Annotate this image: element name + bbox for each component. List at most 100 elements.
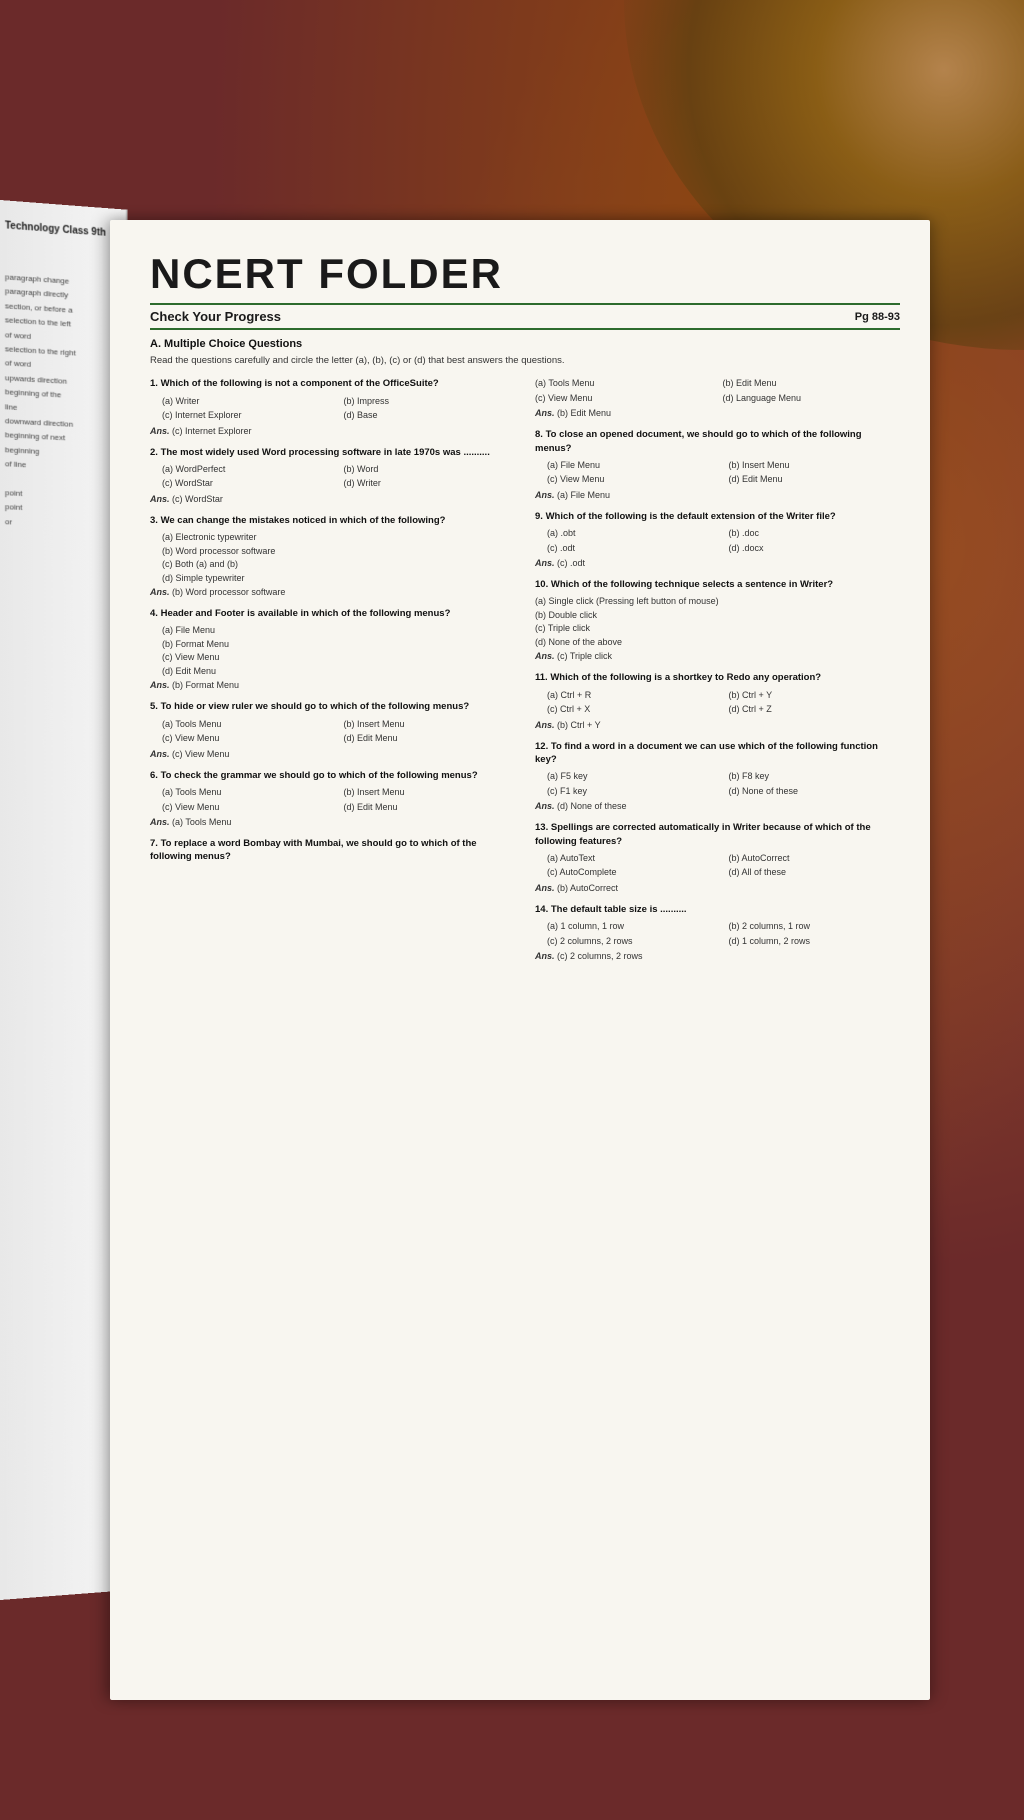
option: (a) File Menu [547, 459, 719, 473]
option: (d) Edit Menu [162, 665, 515, 679]
option: (a) Single click (Pressing left button o… [535, 595, 900, 609]
question-7-options: (a) Tools Menu (b) Edit Menu (c) View Me… [535, 377, 900, 418]
question-1: 1. Which of the following is not a compo… [150, 377, 515, 435]
question-8-text: 8. To close an opened document, we shoul… [535, 428, 900, 455]
option: (b) 2 columns, 1 row [729, 920, 901, 934]
option: (d) Edit Menu [344, 732, 516, 746]
question-5: 5. To hide or view ruler we should go to… [150, 700, 515, 758]
option: (b) .doc [729, 527, 901, 541]
page-title: NCERT FOLDER [150, 250, 900, 298]
option: (d) Edit Menu [729, 473, 901, 487]
option: (a) File Menu [162, 624, 515, 638]
section-header: Check Your Progress Pg 88-93 [150, 303, 900, 330]
question-2: 2. The most widely used Word processing … [150, 446, 515, 504]
question-14-text: 14. The default table size is .......... [535, 903, 900, 916]
option: (b) Edit Menu [723, 377, 901, 391]
option: (d) Writer [344, 477, 516, 491]
option: (a) Tools Menu [162, 786, 334, 800]
question-3-options: (a) Electronic typewriter (b) Word proce… [162, 531, 515, 585]
option: (d) Base [344, 409, 516, 423]
question-4-text: 4. Header and Footer is available in whi… [150, 607, 515, 620]
option: (d) Edit Menu [344, 801, 516, 815]
question-7: 7. To replace a word Bombay with Mumbai,… [150, 837, 515, 864]
answer-11: Ans. (b) Ctrl + Y [535, 720, 900, 730]
answer-2: Ans. (c) WordStar [150, 494, 515, 504]
question-12-options: (a) F5 key (b) F8 key (c) F1 key (d) Non… [547, 770, 900, 798]
section-title: Check Your Progress [150, 309, 281, 324]
option: (d) All of these [729, 866, 901, 880]
question-5-text: 5. To hide or view ruler we should go to… [150, 700, 515, 713]
instructions: Read the questions carefully and circle … [150, 354, 900, 367]
question-7-text: 7. To replace a word Bombay with Mumbai,… [150, 837, 515, 864]
option: (b) Insert Menu [344, 718, 516, 732]
question-6: 6. To check the grammar we should go to … [150, 769, 515, 827]
question-13-text: 13. Spellings are corrected automaticall… [535, 821, 900, 848]
option: (d) Simple typewriter [162, 572, 515, 586]
answer-1: Ans. (c) Internet Explorer [150, 426, 515, 436]
question-10-options: (a) Single click (Pressing left button o… [535, 595, 900, 649]
option: (c) View Menu [162, 732, 334, 746]
question-6-options: (a) Tools Menu (b) Insert Menu (c) View … [162, 786, 515, 814]
question-5-options: (a) Tools Menu (b) Insert Menu (c) View … [162, 718, 515, 746]
option: (b) Format Menu [162, 638, 515, 652]
option: (a) 1 column, 1 row [547, 920, 719, 934]
option: (a) Electronic typewriter [162, 531, 515, 545]
answer-12: Ans. (d) None of these [535, 801, 900, 811]
option: (c) 2 columns, 2 rows [547, 935, 719, 949]
option: (a) Writer [162, 395, 334, 409]
answer-10: Ans. (c) Triple click [535, 651, 900, 661]
question-13: 13. Spellings are corrected automaticall… [535, 821, 900, 893]
question-10-text: 10. Which of the following technique sel… [535, 578, 900, 591]
question-11-options: (a) Ctrl + R (b) Ctrl + Y (c) Ctrl + X (… [547, 689, 900, 717]
answer-14: Ans. (c) 2 columns, 2 rows [535, 951, 900, 961]
option: (b) Impress [344, 395, 516, 409]
option: (a) F5 key [547, 770, 719, 784]
left-page-content: Technology Class 9th paragraph change pa… [0, 200, 126, 544]
left-page-lines: paragraph change paragraph directly sect… [5, 270, 121, 534]
right-column: (a) Tools Menu (b) Edit Menu (c) View Me… [535, 377, 900, 971]
option: (d) .docx [729, 542, 901, 556]
option: (c) Internet Explorer [162, 409, 334, 423]
question-14: 14. The default table size is ..........… [535, 903, 900, 961]
answer-8: Ans. (a) File Menu [535, 490, 900, 500]
option: (c) View Menu [547, 473, 719, 487]
answer-5: Ans. (c) View Menu [150, 749, 515, 759]
question-4-options: (a) File Menu (b) Format Menu (c) View M… [162, 624, 515, 678]
questions-container: 1. Which of the following is not a compo… [150, 377, 900, 971]
main-page: NCERT FOLDER Check Your Progress Pg 88-9… [110, 220, 930, 1700]
answer-9: Ans. (c) .odt [535, 558, 900, 568]
q7-options-grid: (a) Tools Menu (b) Edit Menu (c) View Me… [535, 377, 900, 405]
option: (b) Word [344, 463, 516, 477]
option: (a) Tools Menu [162, 718, 334, 732]
answer-13: Ans. (b) AutoCorrect [535, 883, 900, 893]
question-4: 4. Header and Footer is available in whi… [150, 607, 515, 690]
option: (c) View Menu [162, 651, 515, 665]
question-2-options: (a) WordPerfect (b) Word (c) WordStar (d… [162, 463, 515, 491]
question-9-text: 9. Which of the following is the default… [535, 510, 900, 523]
option: (a) AutoText [547, 852, 719, 866]
question-12: 12. To find a word in a document we can … [535, 740, 900, 812]
option: (b) Double click [535, 609, 900, 623]
option: (c) WordStar [162, 477, 334, 491]
answer-3: Ans. (b) Word processor software [150, 587, 515, 597]
option: (d) Ctrl + Z [729, 703, 901, 717]
question-9-options: (a) .obt (b) .doc (c) .odt (d) .docx [547, 527, 900, 555]
question-9: 9. Which of the following is the default… [535, 510, 900, 568]
option: (c) .odt [547, 542, 719, 556]
option: (d) 1 column, 2 rows [729, 935, 901, 949]
option: (a) Ctrl + R [547, 689, 719, 703]
option: (a) .obt [547, 527, 719, 541]
option: (c) AutoComplete [547, 866, 719, 880]
option: (d) None of these [729, 785, 901, 799]
question-14-options: (a) 1 column, 1 row (b) 2 columns, 1 row… [547, 920, 900, 948]
option: (d) Language Menu [723, 392, 901, 406]
technology-label: Technology Class 9th [5, 220, 106, 238]
question-13-options: (a) AutoText (b) AutoCorrect (c) AutoCom… [547, 852, 900, 880]
question-1-options: (a) Writer (b) Impress (c) Internet Expl… [162, 395, 515, 423]
question-3-text: 3. We can change the mistakes noticed in… [150, 514, 515, 527]
option: (b) Ctrl + Y [729, 689, 901, 703]
question-11-text: 11. Which of the following is a shortkey… [535, 671, 900, 684]
question-2-text: 2. The most widely used Word processing … [150, 446, 515, 459]
answer-7: Ans. (b) Edit Menu [535, 408, 900, 418]
question-8: 8. To close an opened document, we shoul… [535, 428, 900, 500]
